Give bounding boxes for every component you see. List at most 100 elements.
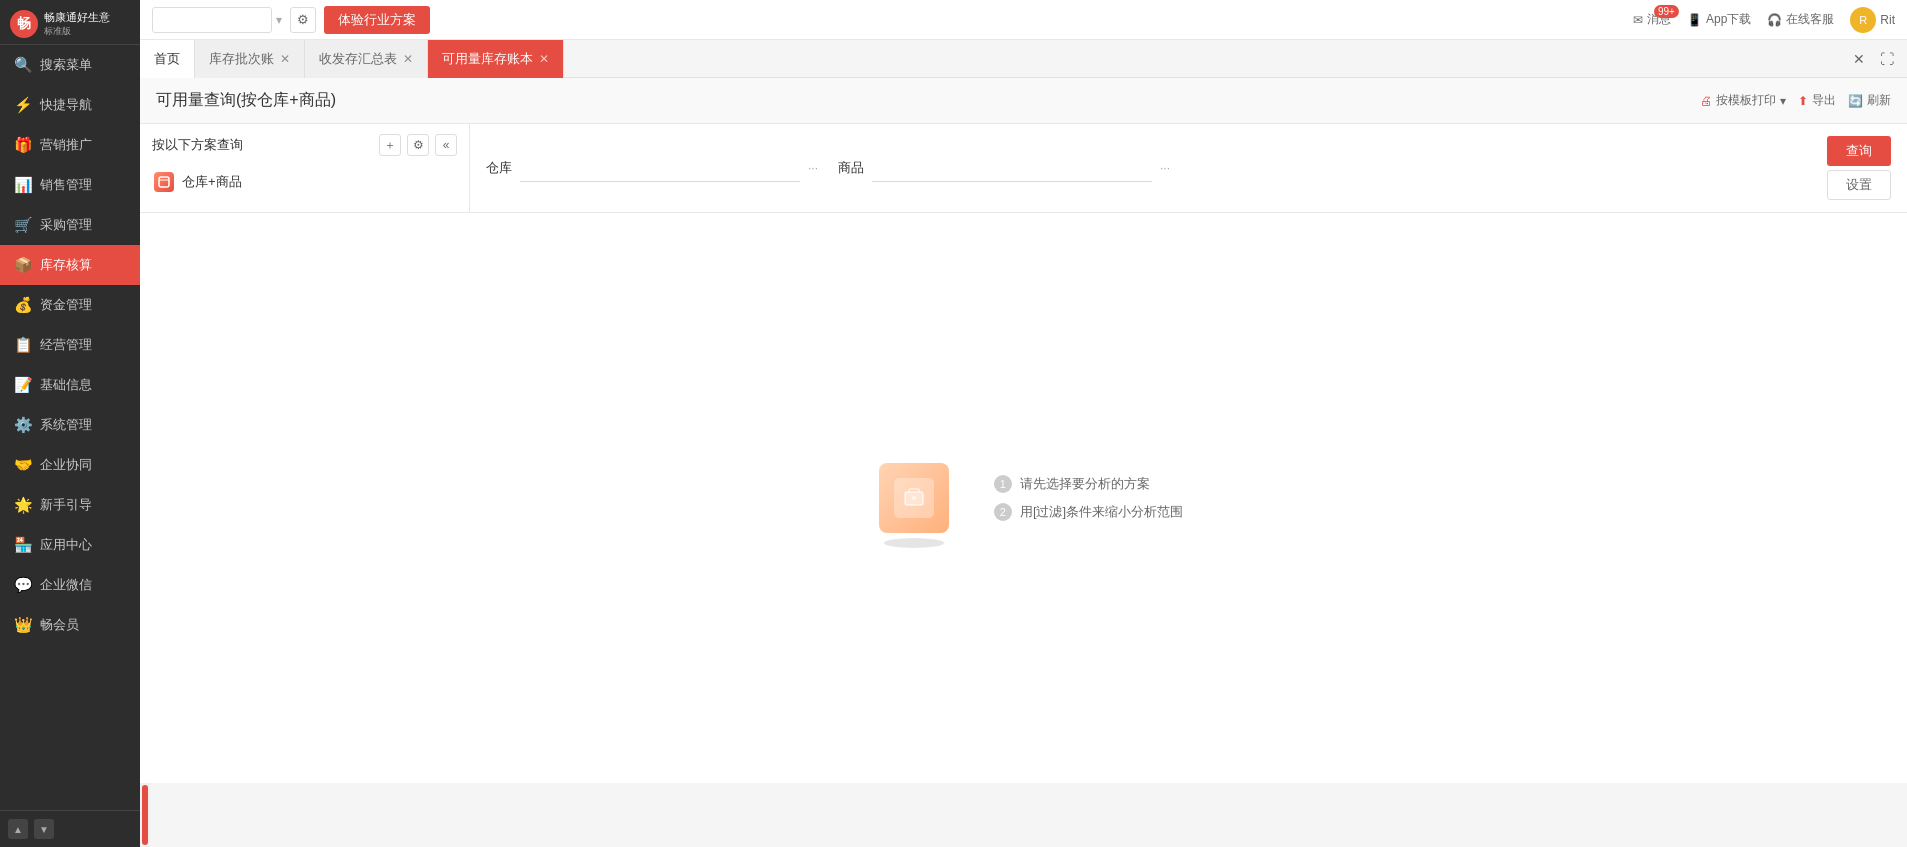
manage-scheme-button[interactable]: ⚙ [407, 134, 429, 156]
tab-home-label: 首页 [154, 50, 180, 68]
add-scheme-button[interactable]: ＋ [379, 134, 401, 156]
industry-solution-button[interactable]: 体验行业方案 [324, 6, 430, 34]
sidebar-item-newbie[interactable]: 🌟 新手引导 [0, 485, 140, 525]
app-name: 畅康通好生意 [44, 10, 110, 24]
hint-num-1: 1 [994, 475, 1012, 493]
header-actions: 🖨 按模板打印 ▾ ⬆ 导出 🔄 刷新 [1700, 92, 1891, 109]
empty-illustration [864, 448, 964, 548]
export-button[interactable]: ⬆ 导出 [1798, 92, 1836, 109]
tab-home[interactable]: 首页 [140, 40, 195, 78]
user-profile[interactable]: R Rit [1850, 7, 1895, 33]
sidebar-item-wechat[interactable]: 💬 企业微信 [0, 565, 140, 605]
settings-icon[interactable]: ⚙ [290, 7, 316, 33]
empty-shadow [884, 538, 944, 548]
query-schemes-panel: 按以下方案查询 ＋ ⚙ « 仓库+商品 [140, 124, 470, 212]
sidebar-item-label: 营销推广 [40, 136, 92, 154]
query-area: 按以下方案查询 ＋ ⚙ « 仓库+商品 [140, 124, 1907, 213]
tab-receipt-summary[interactable]: 收发存汇总表 ✕ [305, 40, 428, 78]
sidebar-item-search[interactable]: 🔍 搜索菜单 [0, 45, 140, 85]
app-download-button[interactable]: 📱 App下载 [1687, 11, 1751, 28]
tab-available-ledger-close-icon[interactable]: ✕ [539, 52, 549, 66]
sidebar-item-label: 采购管理 [40, 216, 92, 234]
sidebar-item-label: 企业协同 [40, 456, 92, 474]
tabs-window-controls: ✕ ⛶ [1839, 47, 1907, 71]
goods-input[interactable] [872, 154, 1152, 182]
warehouse-input[interactable] [520, 154, 800, 182]
print-button[interactable]: 🖨 按模板打印 ▾ [1700, 92, 1786, 109]
print-icon: 🖨 [1700, 94, 1712, 108]
clipboard-icon: 📋 [14, 336, 32, 354]
search-icon: 🔍 [14, 56, 32, 74]
sidebar-item-shortcut[interactable]: ⚡ 快捷导航 [0, 85, 140, 125]
hint-item-2: 2 用[过滤]条件来缩小分析范围 [994, 503, 1183, 521]
hint-text-2: 用[过滤]条件来缩小分析范围 [1020, 503, 1183, 521]
sidebar-item-purchase[interactable]: 🛒 采购管理 [0, 205, 140, 245]
collapse-panel-button[interactable]: « [435, 134, 457, 156]
sidebar-item-corp[interactable]: 🤝 企业协同 [0, 445, 140, 485]
dropdown-arrow-icon[interactable]: ▾ [276, 13, 282, 27]
money-icon: 💰 [14, 296, 32, 314]
phone-icon: 📱 [1687, 13, 1702, 27]
message-button[interactable]: ✉ 消息 99+ [1633, 11, 1671, 28]
scroll-up-btn[interactable]: ▲ [8, 819, 28, 839]
settings-button[interactable]: 设置 [1827, 170, 1891, 200]
tab-available-ledger[interactable]: 可用量库存账本 ✕ [428, 40, 564, 78]
cart-icon: 🛒 [14, 216, 32, 234]
content-header: 可用量查询(按仓库+商品) 🖨 按模板打印 ▾ ⬆ 导出 🔄 刷新 [140, 78, 1907, 124]
warehouse-label: 仓库 [486, 159, 512, 177]
sidebar-item-inventory[interactable]: 📦 库存核算 [0, 245, 140, 285]
svg-rect-0 [159, 177, 169, 187]
gift-icon: 🎁 [14, 136, 32, 154]
sidebar-item-appstore[interactable]: 🏪 应用中心 [0, 525, 140, 565]
print-label: 按模板打印 [1716, 92, 1776, 109]
scheme-warehouse-goods[interactable]: 仓库+商品 [140, 164, 469, 200]
tabs-bar: 首页 库存批次账 ✕ 收发存汇总表 ✕ 可用量库存账本 ✕ ✕ ⛶ [140, 40, 1907, 78]
sidebar-item-finance[interactable]: 💰 资金管理 [0, 285, 140, 325]
app-edition: 标准版 [44, 25, 110, 38]
print-dropdown-icon: ▾ [1780, 94, 1786, 108]
empty-box [879, 463, 949, 533]
sidebar-logo: 畅 畅康通好生意 标准版 [0, 0, 140, 45]
box-icon: 📦 [14, 256, 32, 274]
app-logo-icon: 畅 [10, 10, 38, 38]
username: Rit [1880, 13, 1895, 27]
tab-receipt-summary-label: 收发存汇总表 [319, 50, 397, 68]
refresh-button[interactable]: 🔄 刷新 [1848, 92, 1891, 109]
sidebar-item-label: 库存核算 [40, 256, 92, 274]
scrollbar-thumb[interactable] [142, 785, 148, 845]
tab-batch-ledger[interactable]: 库存批次账 ✕ [195, 40, 305, 78]
hint-num-2: 2 [994, 503, 1012, 521]
sidebar-item-label: 快捷导航 [40, 96, 92, 114]
sidebar-item-basic[interactable]: 📝 基础信息 [0, 365, 140, 405]
handshake-icon: 🤝 [14, 456, 32, 474]
sidebar-bottom: ▲ ▼ [0, 810, 140, 847]
warehouse-more-icon[interactable]: ··· [808, 161, 818, 175]
query-schemes-header: 按以下方案查询 ＋ ⚙ « [140, 134, 469, 164]
hint-text-1: 请先选择要分析的方案 [1020, 475, 1150, 493]
search-input[interactable] [152, 7, 272, 33]
tab-batch-ledger-close-icon[interactable]: ✕ [280, 52, 290, 66]
sidebar-item-label: 销售管理 [40, 176, 92, 194]
sidebar-item-sales[interactable]: 📊 销售管理 [0, 165, 140, 205]
sidebar: 畅 畅康通好生意 标准版 🔍 搜索菜单 ⚡ 快捷导航 🎁 营销推广 📊 销售管理… [0, 0, 140, 847]
sidebar-item-member[interactable]: 👑 畅会员 [0, 605, 140, 645]
online-service-button[interactable]: 🎧 在线客服 [1767, 11, 1834, 28]
goods-field: 商品 ··· [838, 154, 1170, 182]
tab-receipt-summary-close-icon[interactable]: ✕ [403, 52, 413, 66]
headset-icon: 🎧 [1767, 13, 1782, 27]
empty-hint: 1 请先选择要分析的方案 2 用[过滤]条件来缩小分析范围 [994, 475, 1183, 521]
topbar-right: ✉ 消息 99+ 📱 App下载 🎧 在线客服 R Rit [1633, 7, 1895, 33]
sidebar-item-operation[interactable]: 📋 经营管理 [0, 325, 140, 365]
sidebar-item-system[interactable]: ⚙️ 系统管理 [0, 405, 140, 445]
tab-batch-ledger-label: 库存批次账 [209, 50, 274, 68]
app-name-block: 畅康通好生意 标准版 [44, 10, 110, 37]
note-icon: 📝 [14, 376, 32, 394]
goods-more-icon[interactable]: ··· [1160, 161, 1170, 175]
query-button[interactable]: 查询 [1827, 136, 1891, 166]
page-content: 可用量查询(按仓库+商品) 🖨 按模板打印 ▾ ⬆ 导出 🔄 刷新 [140, 78, 1907, 783]
sidebar-item-marketing[interactable]: 🎁 营销推广 [0, 125, 140, 165]
close-window-button[interactable]: ✕ [1847, 47, 1871, 71]
expand-window-button[interactable]: ⛶ [1875, 47, 1899, 71]
gear-icon: ⚙️ [14, 416, 32, 434]
scroll-down-btn[interactable]: ▼ [34, 819, 54, 839]
